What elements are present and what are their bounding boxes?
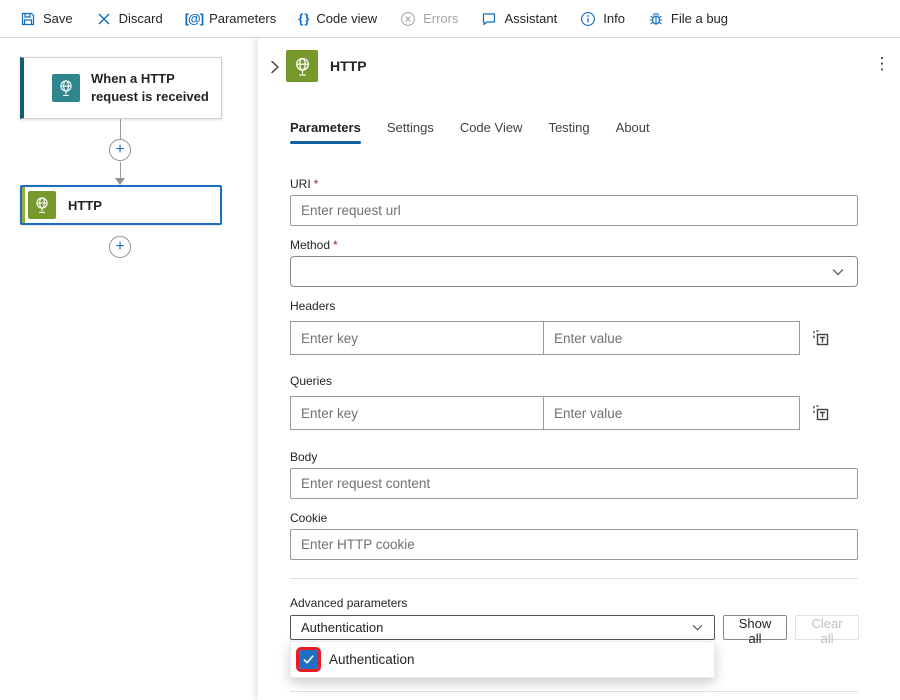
required-asterisk: *	[333, 238, 338, 252]
assistant-label: Assistant	[504, 11, 557, 26]
request-globe-icon	[52, 74, 80, 102]
tab-testing[interactable]: Testing	[548, 120, 589, 144]
chevron-down-icon	[691, 621, 704, 634]
tab-about[interactable]: About	[616, 120, 650, 144]
panel-tabs: Parameters Settings Code View Testing Ab…	[290, 120, 650, 144]
info-label: Info	[603, 11, 625, 26]
file-a-bug-button[interactable]: File a bug	[636, 0, 739, 37]
more-options-icon[interactable]: ⋮	[872, 54, 892, 74]
advanced-parameters-label: Advanced parameters	[290, 596, 407, 610]
tab-parameters[interactable]: Parameters	[290, 120, 361, 144]
code-view-button[interactable]: {} Code view	[287, 0, 388, 37]
checkmark-icon	[302, 653, 315, 666]
edge-arrowhead	[115, 178, 125, 185]
workflow-canvas[interactable]: When a HTTP request is received + HTTP +	[0, 38, 258, 700]
panel-header: HTTP ⋮	[258, 50, 900, 84]
chevron-down-icon	[831, 265, 845, 279]
command-toolbar: Save Discard [@] Parameters {} Code view…	[0, 0, 900, 38]
plus-glyph: +	[115, 141, 124, 158]
http-globe-icon	[286, 50, 318, 82]
insert-step-button-2[interactable]: +	[109, 236, 131, 258]
tab-settings[interactable]: Settings	[387, 120, 434, 144]
info-circle-icon	[579, 10, 597, 28]
panel-title: HTTP	[330, 58, 367, 74]
show-all-button[interactable]: Show all	[723, 615, 787, 640]
switch-to-text-mode-icon[interactable]	[811, 403, 831, 423]
chat-bubble-icon	[480, 10, 498, 28]
switch-to-text-mode-icon[interactable]	[811, 328, 831, 348]
advanced-parameters-dropdown-popup: Authentication	[290, 641, 715, 678]
bug-icon	[647, 10, 665, 28]
authentication-checkbox-checked[interactable]	[299, 650, 318, 669]
uri-label: URI*	[290, 177, 318, 191]
insert-step-button-1[interactable]: +	[109, 139, 131, 161]
discard-button[interactable]: Discard	[84, 0, 174, 37]
error-circle-icon	[399, 10, 417, 28]
assistant-button[interactable]: Assistant	[469, 0, 568, 37]
method-label: Method*	[290, 238, 338, 252]
bottom-divider	[290, 691, 858, 692]
queries-value-input[interactable]	[544, 397, 799, 429]
headers-label: Headers	[290, 299, 335, 313]
plus-glyph: +	[115, 238, 124, 255]
headers-key-input[interactable]	[291, 322, 544, 354]
file-a-bug-label: File a bug	[671, 11, 728, 26]
discard-icon	[95, 10, 113, 28]
required-asterisk: *	[314, 177, 319, 191]
tab-code-view[interactable]: Code View	[460, 120, 523, 144]
errors-label: Errors	[423, 11, 458, 26]
action-card-title: HTTP	[68, 198, 102, 213]
headers-key-value-row	[290, 321, 800, 355]
edge-line-top	[120, 119, 121, 141]
authentication-option-label[interactable]: Authentication	[329, 652, 415, 667]
errors-button: Errors	[388, 0, 469, 37]
advanced-parameters-combobox[interactable]: Authentication	[290, 615, 715, 640]
discard-label: Discard	[119, 11, 163, 26]
uri-input[interactable]	[290, 195, 858, 226]
body-input[interactable]	[290, 468, 858, 499]
queries-key-input[interactable]	[291, 397, 544, 429]
parameters-label: Parameters	[209, 11, 276, 26]
body-label: Body	[290, 450, 317, 464]
info-button[interactable]: Info	[568, 0, 636, 37]
method-dropdown[interactable]	[290, 256, 858, 287]
code-view-label: Code view	[316, 11, 377, 26]
cookie-input[interactable]	[290, 529, 858, 560]
save-icon	[19, 10, 37, 28]
http-globe-icon	[28, 191, 56, 219]
braces-icon: {}	[298, 11, 310, 26]
headers-value-input[interactable]	[544, 322, 799, 354]
trigger-card-when-http-request-received[interactable]: When a HTTP request is received	[20, 57, 222, 119]
at-parameters-icon: [@]	[185, 11, 203, 26]
cookie-label: Cookie	[290, 511, 327, 525]
chevron-right-icon[interactable]	[266, 58, 284, 76]
section-divider	[290, 578, 858, 579]
save-label: Save	[43, 11, 73, 26]
action-config-panel: HTTP ⋮ Parameters Settings Code View Tes…	[258, 38, 900, 700]
advanced-parameters-value: Authentication	[301, 620, 383, 635]
queries-label: Queries	[290, 374, 332, 388]
queries-key-value-row	[290, 396, 800, 430]
action-card-http[interactable]: HTTP	[20, 185, 222, 225]
edge-line-bottom	[120, 162, 121, 179]
action-card-accent-stripe	[22, 187, 25, 223]
designer-window: Save Discard [@] Parameters {} Code view…	[0, 0, 900, 700]
clear-all-button: Clear all	[795, 615, 859, 640]
parameters-button[interactable]: [@] Parameters	[174, 0, 288, 37]
trigger-card-title: When a HTTP request is received	[91, 70, 221, 105]
save-button[interactable]: Save	[8, 0, 84, 37]
